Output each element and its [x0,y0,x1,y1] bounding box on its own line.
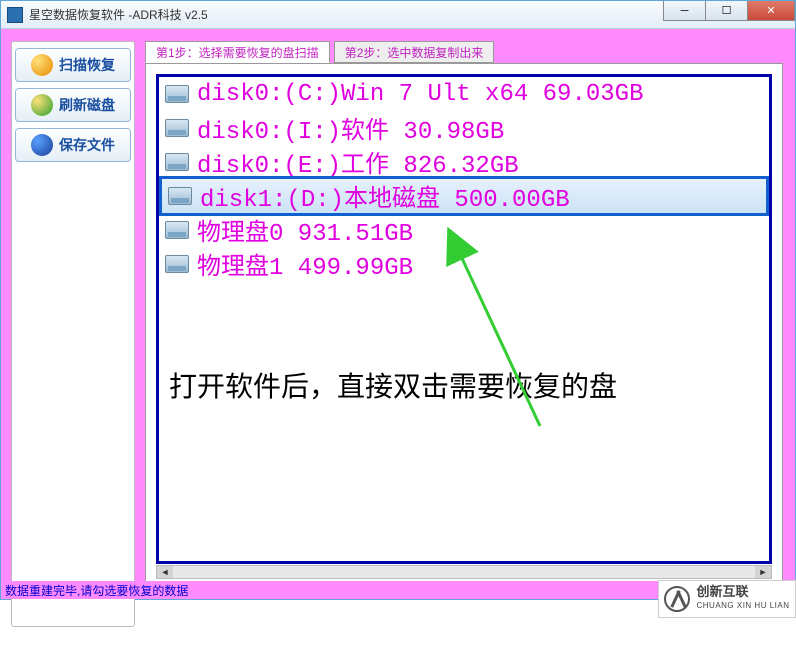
window-title: 星空数据恢复软件 -ADR科技 v2.5 [29,6,208,23]
disk-text: disk0:(I:)软件 30.98GB [197,110,504,146]
instruction-text: 打开软件后，直接双击需要恢复的盘 [169,365,617,405]
disk-icon [165,221,189,239]
disk-row[interactable]: 物理盘0 931.51GB [159,213,769,247]
scan-icon [31,54,53,76]
disk-text: 物理盘0 931.51GB [197,212,413,248]
watermark-line2: CHUANG XIN HU LIAN [696,599,789,613]
window-controls: ─ ☐ ✕ [663,1,795,21]
sidebar-item-label: 保存文件 [59,135,115,155]
app-icon [7,7,23,23]
disk-text: disk1:(D:)本地磁盘 500.00GB [200,178,570,214]
disk-list: disk0:(C:)Win 7 Ult x64 69.03GB disk0:(I… [156,74,772,564]
status-text: 数据重建完毕,请勾选要恢复的数据 [5,582,188,599]
watermark: 创新互联 CHUANG XIN HU LIAN [658,580,796,618]
tab-label: 第1步：选择需要恢复的盘扫描 [156,44,319,61]
titlebar[interactable]: 星空数据恢复软件 -ADR科技 v2.5 ─ ☐ ✕ [1,1,795,29]
scroll-left-arrow[interactable]: ◄ [157,566,173,578]
sidebar: 扫描恢复 刷新磁盘 保存文件 [11,41,135,627]
sidebar-item-label: 刷新磁盘 [59,95,115,115]
sidebar-item-label: 扫描恢复 [59,55,115,75]
disk-icon [165,255,189,273]
refresh-disks-button[interactable]: 刷新磁盘 [15,88,131,122]
disk-text: 物理盘1 499.99GB [197,246,413,282]
main-panel: disk0:(C:)Win 7 Ult x64 69.03GB disk0:(I… [145,63,783,583]
minimize-button[interactable]: ─ [663,1,705,21]
disk-text: disk0:(C:)Win 7 Ult x64 69.03GB [197,81,643,108]
scan-recover-button[interactable]: 扫描恢复 [15,48,131,82]
step-tabs: 第1步：选择需要恢复的盘扫描 第2步：选中数据复制出来 [145,41,494,63]
save-files-button[interactable]: 保存文件 [15,128,131,162]
disk-row[interactable]: 物理盘1 499.99GB [159,247,769,281]
disk-icon [165,119,189,137]
tab-step1[interactable]: 第1步：选择需要恢复的盘扫描 [145,41,330,63]
watermark-logo-icon [664,586,690,612]
disk-row-selected[interactable]: disk1:(D:)本地磁盘 500.00GB [159,176,769,216]
disk-row[interactable]: disk0:(C:)Win 7 Ult x64 69.03GB [159,77,769,111]
tab-label: 第2步：选中数据复制出来 [345,44,484,61]
watermark-line1: 创新互联 [696,585,789,599]
disk-row[interactable]: disk0:(I:)软件 30.98GB [159,111,769,145]
watermark-text: 创新互联 CHUANG XIN HU LIAN [696,585,789,613]
maximize-button[interactable]: ☐ [705,1,747,21]
disk-icon [168,187,192,205]
disk-text: disk0:(E:)工作 826.32GB [197,144,519,180]
app-window: 星空数据恢复软件 -ADR科技 v2.5 ─ ☐ ✕ 扫描恢复 刷新磁盘 保存文… [0,0,796,600]
disk-row[interactable]: disk0:(E:)工作 826.32GB [159,145,769,179]
disk-icon [165,153,189,171]
scroll-right-arrow[interactable]: ► [755,566,771,578]
scroll-track[interactable] [173,566,755,578]
refresh-icon [31,94,53,116]
close-button[interactable]: ✕ [747,1,795,21]
horizontal-scrollbar[interactable]: ◄ ► [156,565,772,579]
disk-icon [165,85,189,103]
save-icon [31,134,53,156]
tab-step2[interactable]: 第2步：选中数据复制出来 [334,41,495,63]
